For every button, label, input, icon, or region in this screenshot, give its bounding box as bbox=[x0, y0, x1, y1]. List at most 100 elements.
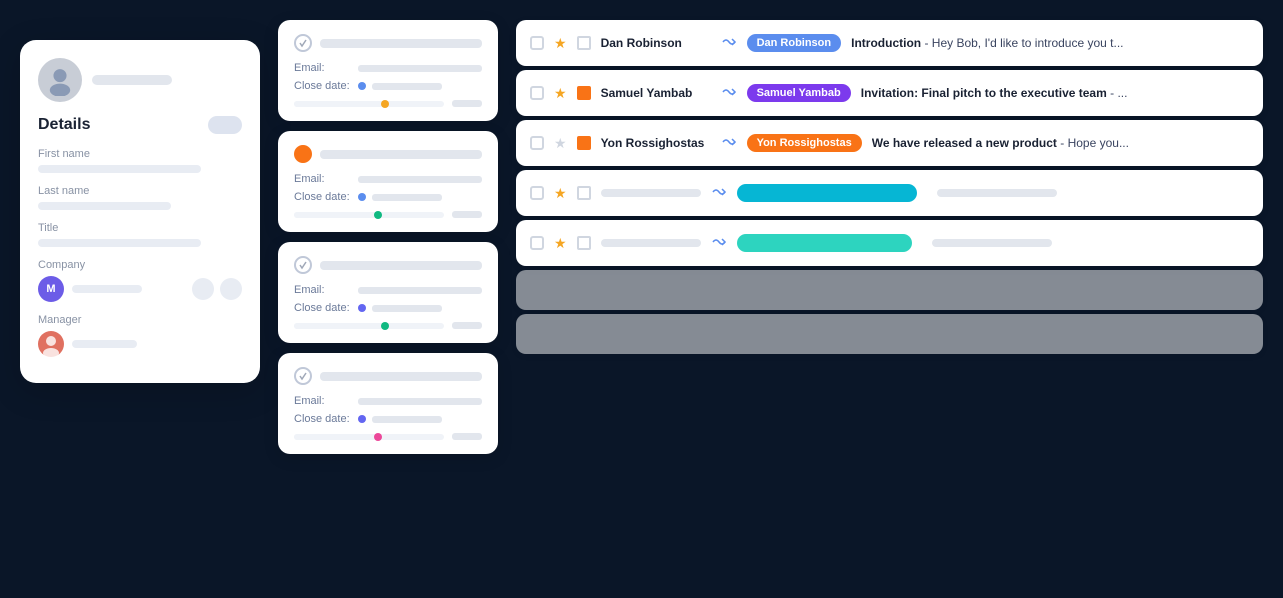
deal-header-3 bbox=[294, 256, 482, 274]
deal-date-label-1: Close date: bbox=[294, 80, 352, 92]
email-subject-2: Invitation: Final pitch to the executive… bbox=[861, 86, 1249, 100]
email-row-7 bbox=[516, 314, 1263, 354]
company-action-2[interactable] bbox=[220, 278, 242, 300]
email-checkbox-4[interactable] bbox=[530, 186, 544, 200]
deal-date-bar-1 bbox=[372, 83, 442, 90]
email-badge-2: Samuel Yambab bbox=[747, 84, 851, 102]
email-subject-bar-4 bbox=[937, 189, 1057, 197]
company-label: Company bbox=[38, 259, 242, 271]
email-star-1[interactable]: ★ bbox=[554, 35, 567, 52]
details-title: Details bbox=[38, 116, 90, 134]
deal-date-bar-3 bbox=[372, 305, 442, 312]
check-icon-4 bbox=[298, 371, 308, 381]
deal-email-row-2: Email: bbox=[294, 173, 482, 185]
deal-email-label-3: Email: bbox=[294, 284, 352, 296]
email-subject-rest-1: - Hey Bob, I'd like to introduce you t..… bbox=[924, 36, 1123, 50]
email-subject-rest-3: - Hope you... bbox=[1060, 136, 1129, 150]
deal-date-bar-4 bbox=[372, 416, 442, 423]
deal-check-4[interactable] bbox=[294, 367, 312, 385]
first-name-label: First name bbox=[38, 148, 242, 160]
deal-progress-label-4 bbox=[452, 433, 482, 440]
deal-card-4: Email: Close date: bbox=[278, 353, 498, 454]
deal-progress-row-3 bbox=[294, 322, 482, 329]
deal-progress-label-3 bbox=[452, 322, 482, 329]
company-row: M bbox=[38, 276, 242, 302]
avatar-section bbox=[38, 58, 242, 102]
deal-date-row-2: Close date: bbox=[294, 191, 482, 203]
deal-email-row-4: Email: bbox=[294, 395, 482, 407]
deal-progress-container-3 bbox=[294, 323, 444, 329]
email-star-4[interactable]: ★ bbox=[554, 185, 567, 202]
deal-progress-fill-4 bbox=[294, 434, 377, 440]
deal-progress-fill-1 bbox=[294, 101, 384, 107]
email-action-icon-5 bbox=[711, 234, 727, 253]
manager-name-bar bbox=[72, 340, 137, 348]
deal-check-3[interactable] bbox=[294, 256, 312, 274]
email-row-2[interactable]: ★ Samuel Yambab Samuel Yambab Invitation… bbox=[516, 70, 1263, 116]
company-name-bar bbox=[72, 285, 142, 293]
email-row-5[interactable]: ★ bbox=[516, 220, 1263, 266]
deal-title-bar-4 bbox=[320, 372, 482, 381]
company-actions bbox=[192, 278, 242, 300]
email-checkbox-3[interactable] bbox=[530, 136, 544, 150]
email-subject-rest-2: - ... bbox=[1110, 86, 1127, 100]
deal-email-label-2: Email: bbox=[294, 173, 352, 185]
email-action-icon-3 bbox=[721, 134, 737, 153]
company-action-1[interactable] bbox=[192, 278, 214, 300]
deal-email-row-1: Email: bbox=[294, 62, 482, 74]
email-row-1[interactable]: ★ Dan Robinson Dan Robinson Introduction… bbox=[516, 20, 1263, 66]
company-field: Company M bbox=[38, 259, 242, 302]
avatar bbox=[38, 58, 82, 102]
deal-check-2[interactable] bbox=[294, 145, 312, 163]
email-badge-1: Dan Robinson bbox=[747, 34, 842, 52]
deal-card-3: Email: Close date: bbox=[278, 242, 498, 343]
email-sender-1: Dan Robinson bbox=[601, 36, 711, 50]
title-value-bar bbox=[38, 239, 201, 247]
details-card: Details First name Last name Title Compa… bbox=[20, 40, 260, 383]
email-star-2[interactable]: ★ bbox=[554, 85, 567, 102]
details-toggle[interactable] bbox=[208, 116, 242, 134]
deal-progress-dot-1 bbox=[381, 100, 389, 108]
deal-progress-dot-3 bbox=[381, 322, 389, 330]
deal-title-bar-1 bbox=[320, 39, 482, 48]
email-row-6 bbox=[516, 270, 1263, 310]
deal-progress-dot-4 bbox=[374, 433, 382, 441]
email-star-5[interactable]: ★ bbox=[554, 235, 567, 252]
email-action-icon-4 bbox=[711, 184, 727, 203]
email-checkbox-2[interactable] bbox=[530, 86, 544, 100]
deal-progress-container-2 bbox=[294, 212, 444, 218]
email-msg-icon-3 bbox=[577, 136, 591, 150]
deal-progress-row-4 bbox=[294, 433, 482, 440]
deal-date-dot-4 bbox=[358, 415, 366, 423]
email-panel: ★ Dan Robinson Dan Robinson Introduction… bbox=[516, 20, 1263, 354]
deal-check-1[interactable] bbox=[294, 34, 312, 52]
email-msg-icon-1 bbox=[577, 36, 591, 50]
deal-date-dot-1 bbox=[358, 82, 366, 90]
last-name-value-bar bbox=[38, 202, 171, 210]
email-subject-bold-2: Invitation: Final pitch to the executive… bbox=[861, 86, 1107, 100]
deal-date-row-1: Close date: bbox=[294, 80, 482, 92]
deal-progress-fill-3 bbox=[294, 323, 384, 329]
avatar-name-bar bbox=[92, 75, 172, 85]
email-row-4[interactable]: ★ bbox=[516, 170, 1263, 216]
deal-progress-label-2 bbox=[452, 211, 482, 218]
first-name-value-bar bbox=[38, 165, 201, 173]
email-checkbox-5[interactable] bbox=[530, 236, 544, 250]
company-left: M bbox=[38, 276, 142, 302]
email-star-3[interactable]: ★ bbox=[554, 135, 567, 152]
manager-person-icon bbox=[38, 331, 64, 357]
title-label: Title bbox=[38, 222, 242, 234]
email-action-icon-2 bbox=[721, 84, 737, 103]
email-progress-bar-5 bbox=[737, 234, 912, 252]
email-checkbox-1[interactable] bbox=[530, 36, 544, 50]
email-row-3[interactable]: ★ Yon Rossighostas Yon Rossighostas We h… bbox=[516, 120, 1263, 166]
email-msg-icon-2 bbox=[577, 86, 591, 100]
deal-header-4 bbox=[294, 367, 482, 385]
email-badge-3: Yon Rossighostas bbox=[747, 134, 862, 152]
deal-date-label-2: Close date: bbox=[294, 191, 352, 203]
email-subject-bar-5 bbox=[932, 239, 1052, 247]
deal-progress-container-4 bbox=[294, 434, 444, 440]
check-icon-1 bbox=[298, 38, 308, 48]
deal-email-row-3: Email: bbox=[294, 284, 482, 296]
manager-field: Manager bbox=[38, 314, 242, 357]
